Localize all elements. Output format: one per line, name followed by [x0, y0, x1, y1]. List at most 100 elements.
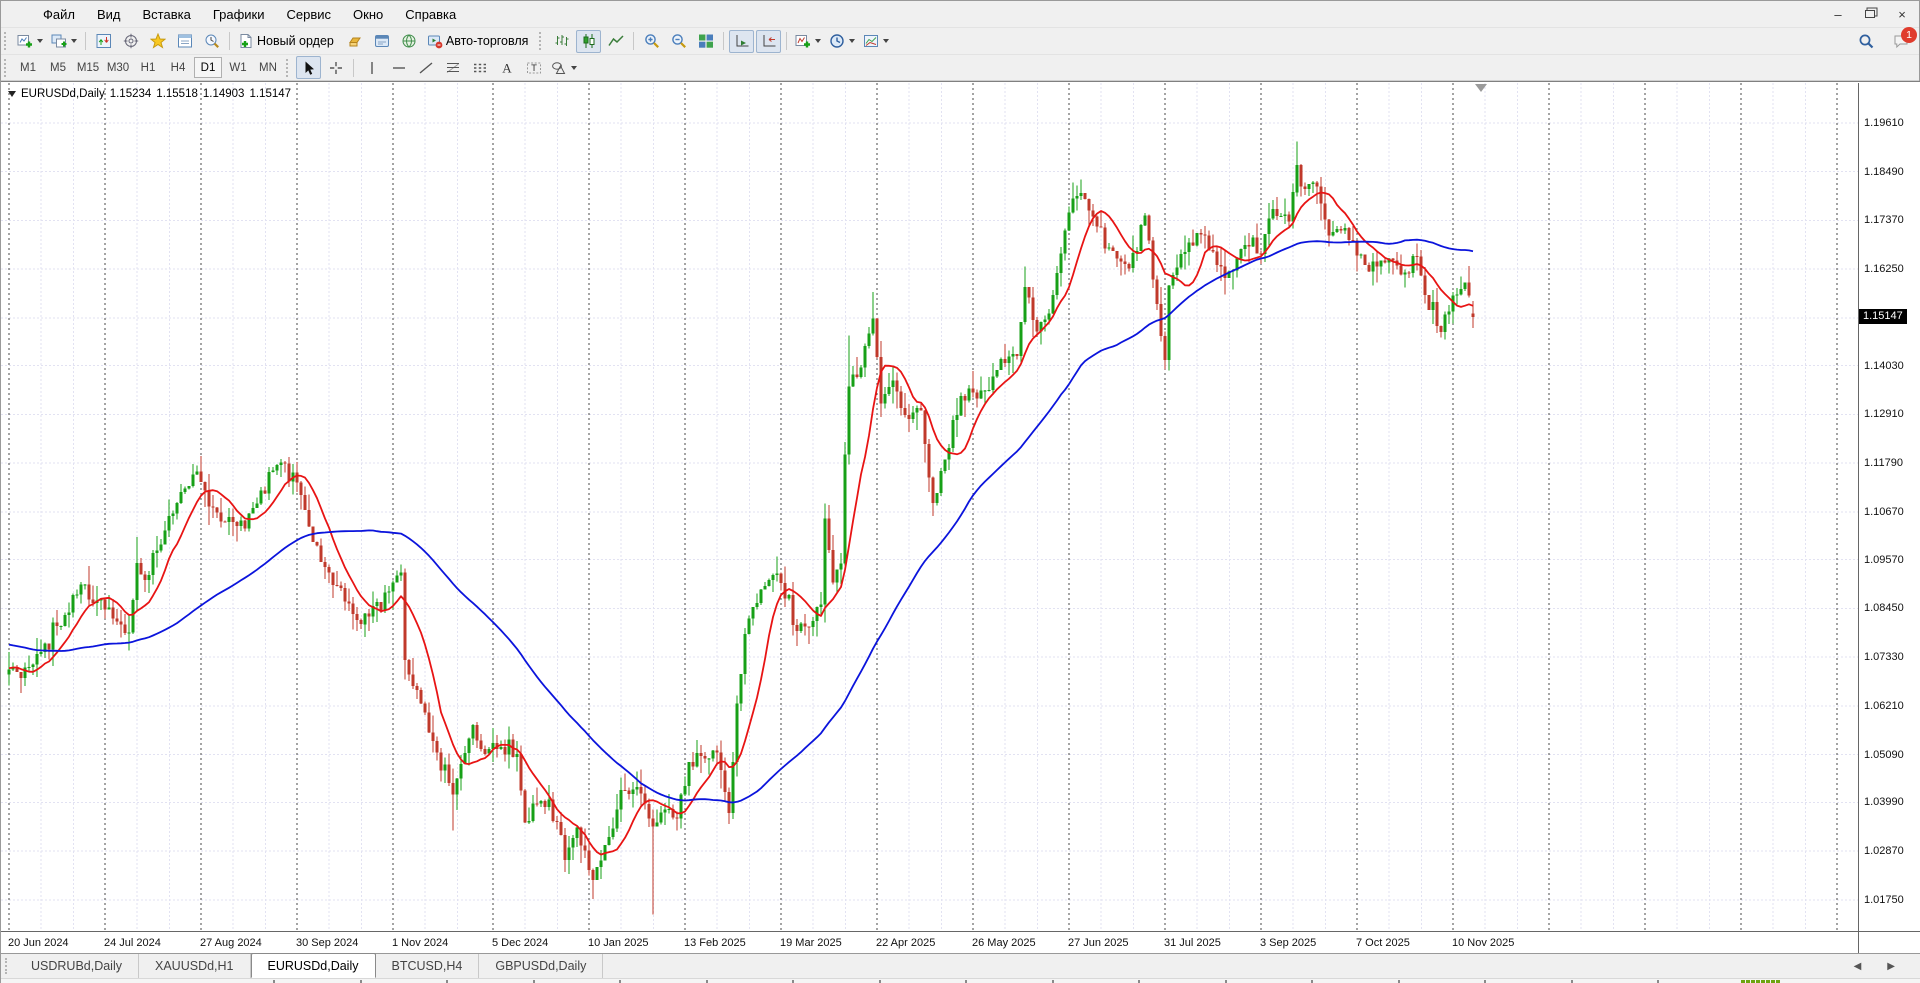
chart-tab-eurusdd[interactable]: EURUSDd,Daily — [251, 953, 376, 978]
dropdown-arrow-icon[interactable] — [71, 39, 77, 43]
timeframe-m5-button[interactable]: M5 — [44, 57, 72, 78]
indicators-button[interactable] — [792, 30, 824, 53]
tool-trendline-button[interactable] — [413, 56, 438, 79]
editor-button[interactable] — [370, 30, 395, 53]
dropdown-arrow-icon[interactable] — [37, 39, 43, 43]
menu-insert[interactable]: Вставка — [132, 3, 202, 26]
dropdown-arrow-icon[interactable] — [815, 39, 821, 43]
svg-text:T: T — [531, 63, 537, 74]
date-tick-label: 10 Nov 2025 — [1452, 937, 1514, 949]
price-tick-label: 1.10670 — [1864, 506, 1904, 518]
new-order-button[interactable]: Новый ордер — [235, 30, 341, 53]
timeframe-w1-button[interactable]: W1 — [224, 57, 252, 78]
tool-cursor-button[interactable] — [296, 56, 321, 79]
toolbar-grip[interactable] — [539, 32, 544, 50]
chart-shift-icon — [761, 33, 777, 49]
auto-scroll-button[interactable] — [729, 30, 754, 53]
timeframe-h1-button[interactable]: H1 — [134, 57, 162, 78]
chart-tab-xauusdd[interactable]: XAUUSDd,H1 — [139, 954, 251, 978]
new-order-label: Новый ордер — [257, 34, 334, 48]
tool-text-button[interactable]: A — [494, 56, 519, 79]
chart-line-button[interactable] — [603, 30, 628, 53]
tool-fibo-button[interactable] — [440, 56, 465, 79]
timeframe-d1-button[interactable]: D1 — [194, 57, 222, 78]
zoom-in-button[interactable] — [639, 30, 664, 53]
chart-plot-area[interactable]: EURUSDd,Daily 1.15234 1.15518 1.14903 1.… — [1, 83, 1858, 931]
editor-icon — [374, 33, 390, 49]
market-watch-button[interactable] — [91, 30, 116, 53]
current-price-tag: 1.15147 — [1859, 309, 1907, 324]
minimize-button[interactable]: – — [1823, 3, 1853, 25]
tile-windows-button[interactable] — [693, 30, 718, 53]
terminal-button[interactable] — [172, 30, 197, 53]
chart-tab-btcusd[interactable]: BTCUSD,H4 — [376, 954, 480, 978]
autotrade-button[interactable]: Авто-торговля — [424, 30, 536, 53]
dropdown-arrow-icon[interactable] — [849, 39, 855, 43]
price-axis[interactable]: 1.196101.184901.173701.162501.140301.129… — [1858, 83, 1920, 931]
restore-button[interactable] — [1855, 3, 1885, 25]
menu-file[interactable]: Файл — [32, 3, 86, 26]
vline-icon — [364, 60, 380, 76]
one-click-trading-arrow[interactable] — [8, 91, 16, 97]
search-button[interactable] — [1853, 30, 1878, 53]
dropdown-arrow-icon[interactable] — [883, 39, 889, 43]
profiles-icon — [51, 33, 67, 49]
menu-help[interactable]: Справка — [394, 3, 467, 26]
templates-icon — [863, 33, 879, 49]
profiles-button[interactable] — [48, 30, 80, 53]
new-chart-icon — [17, 33, 33, 49]
price-tick-label: 1.09570 — [1864, 554, 1904, 566]
notifications-button[interactable]: 1 — [1893, 33, 1909, 49]
strategy-tester-button[interactable] — [199, 30, 224, 53]
templates-button[interactable] — [860, 30, 892, 53]
toolbar-main: Новый ордер Авто-торговля 1 — [1, 28, 1919, 55]
data-window-button[interactable] — [118, 30, 143, 53]
chart-tab-bar: USDRUBd,DailyXAUUSDd,H1EURUSDd,DailyBTCU… — [1, 953, 1920, 978]
new-chart-button[interactable] — [14, 30, 46, 53]
svg-text:A: A — [502, 60, 512, 75]
tool-text-label-button[interactable]: T — [521, 56, 546, 79]
price-tick-label: 1.06210 — [1864, 700, 1904, 712]
date-tick-label: 19 Mar 2025 — [780, 937, 842, 949]
community-icon — [401, 33, 417, 49]
chart-bars-button[interactable] — [549, 30, 574, 53]
community-button[interactable] — [397, 30, 422, 53]
text-icon: A — [499, 60, 515, 76]
timeframe-m1-button[interactable]: M1 — [14, 57, 42, 78]
menu-window[interactable]: Окно — [342, 3, 394, 26]
timeframe-mn-button[interactable]: MN — [254, 57, 282, 78]
mt4-window: ФайлВидВставкаГрафикиСервисОкноСправка –… — [0, 0, 1920, 983]
tool-vline-button[interactable] — [359, 56, 384, 79]
tool-crosshair-button[interactable] — [323, 56, 348, 79]
price-tick-label: 1.01750 — [1864, 894, 1904, 906]
metaeditor-button[interactable] — [343, 30, 368, 53]
fibo-icon — [445, 60, 461, 76]
chart-shift-button[interactable] — [756, 30, 781, 53]
navigator-button[interactable] — [145, 30, 170, 53]
timeframe-m30-button[interactable]: M30 — [104, 57, 132, 78]
tool-shapes-button[interactable] — [548, 56, 580, 79]
tabs-scroll-right-icon[interactable]: ▶ — [1887, 961, 1895, 972]
tool-channel-button[interactable] — [467, 56, 492, 79]
menu-view[interactable]: Вид — [86, 3, 132, 26]
menu-charts[interactable]: Графики — [202, 3, 276, 26]
chart-tab-usdrubd[interactable]: USDRUBd,Daily — [15, 954, 139, 978]
date-axis[interactable]: 20 Jun 202424 Jul 202427 Aug 202430 Sep … — [1, 931, 1858, 954]
toolbar-grip[interactable] — [4, 59, 9, 77]
dropdown-arrow-icon[interactable] — [571, 66, 577, 70]
indicators-icon — [795, 33, 811, 49]
axis-corner — [1858, 931, 1920, 954]
zoom-out-button[interactable] — [666, 30, 691, 53]
timeframe-h4-button[interactable]: H4 — [164, 57, 192, 78]
chart-tab-gbpusdd[interactable]: GBPUSDd,Daily — [479, 954, 603, 978]
periods-button[interactable] — [826, 30, 858, 53]
tabs-scroll-left-icon[interactable]: ◀ — [1854, 961, 1862, 972]
price-tick-label: 1.12910 — [1864, 408, 1904, 420]
close-button[interactable]: × — [1887, 3, 1917, 25]
tool-hline-button[interactable] — [386, 56, 411, 79]
timeframe-m15-button[interactable]: M15 — [74, 57, 102, 78]
toolbar-grip[interactable] — [4, 32, 9, 50]
chart-candles-button[interactable] — [576, 30, 601, 53]
toolbar-grip[interactable] — [286, 59, 291, 77]
menu-service[interactable]: Сервис — [276, 3, 343, 26]
